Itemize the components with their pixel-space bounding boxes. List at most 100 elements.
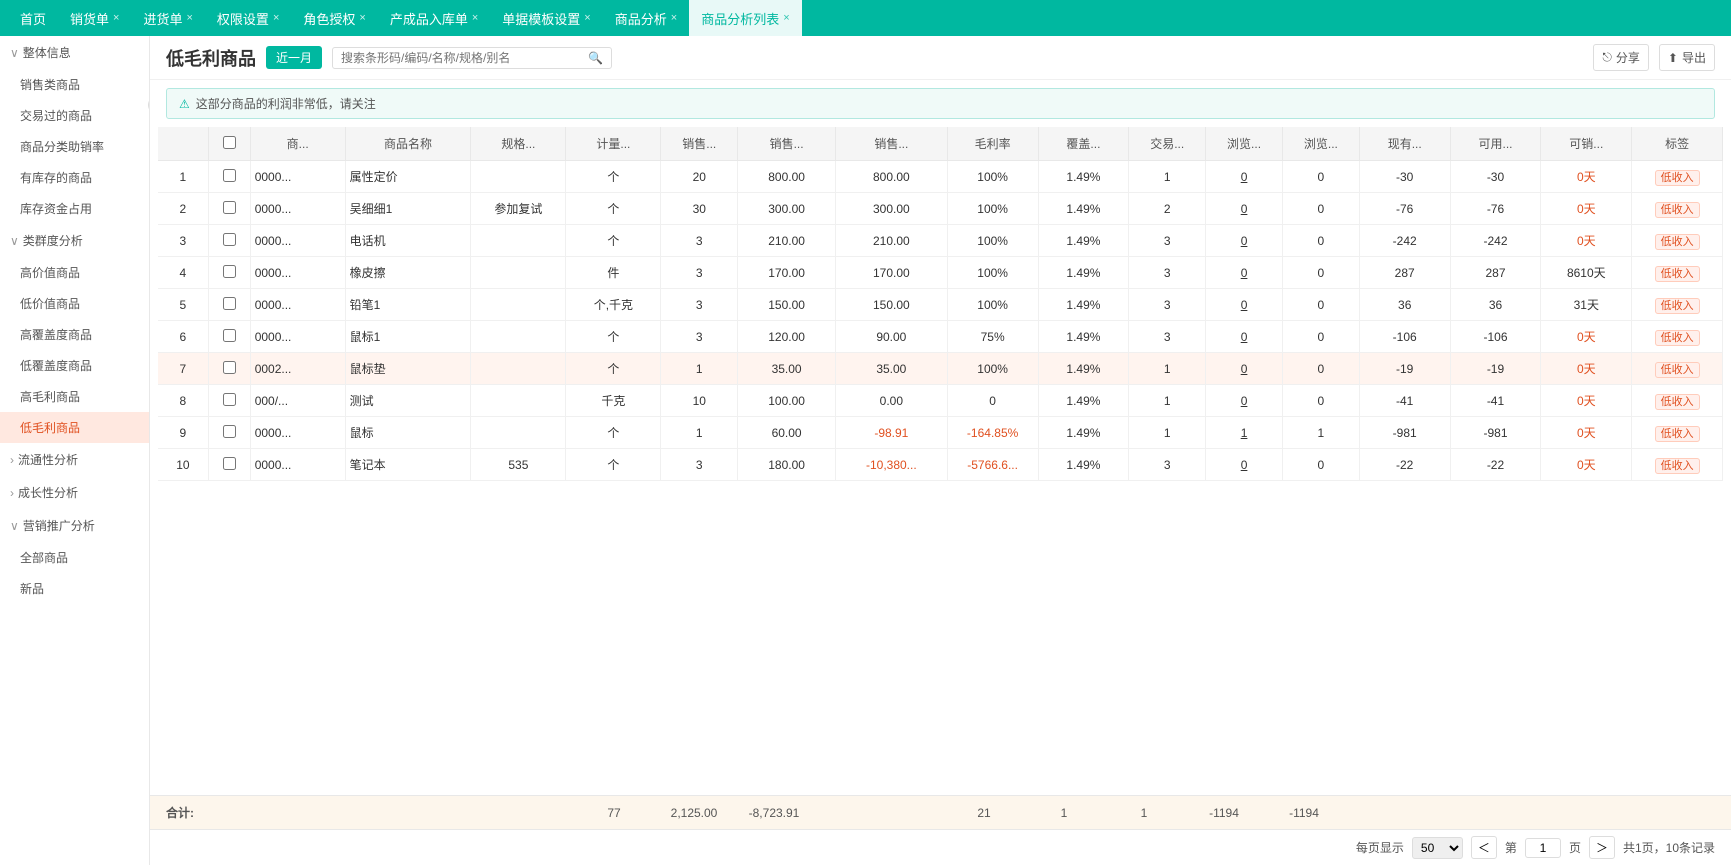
row-checkbox[interactable]	[223, 393, 236, 406]
col-header-name[interactable]: 商品名称	[345, 127, 471, 161]
sidebar-section-overall[interactable]: ∨ 整体信息	[0, 36, 149, 69]
row-checkbox[interactable]	[223, 457, 236, 470]
cell-view1[interactable]: 0	[1206, 321, 1283, 353]
close-icon[interactable]: ×	[186, 12, 192, 24]
nav-role-auth[interactable]: 角色授权 ×	[291, 0, 377, 36]
view1-link[interactable]: 0	[1241, 458, 1248, 472]
cell-check[interactable]	[208, 353, 250, 385]
nav-product-inbound[interactable]: 产成品入库单 ×	[378, 0, 490, 36]
cell-view1[interactable]: 0	[1206, 193, 1283, 225]
view1-link[interactable]: 0	[1241, 202, 1248, 216]
col-header-spec[interactable]: 规格...	[471, 127, 566, 161]
row-checkbox[interactable]	[223, 169, 236, 182]
row-checkbox[interactable]	[223, 233, 236, 246]
sidebar-section-circulation[interactable]: › 流通性分析	[0, 443, 149, 476]
row-checkbox[interactable]	[223, 297, 236, 310]
sidebar-item-high-margin[interactable]: 高毛利商品	[0, 381, 149, 412]
sidebar-item-low-margin[interactable]: 低毛利商品	[0, 412, 149, 443]
col-header-unit[interactable]: 计量...	[566, 127, 661, 161]
nav-template-settings[interactable]: 单据模板设置 ×	[490, 0, 602, 36]
view1-link[interactable]: 0	[1241, 266, 1248, 280]
cell-check[interactable]	[208, 385, 250, 417]
close-icon[interactable]: ×	[783, 12, 789, 24]
sidebar-item-new-products[interactable]: 新品	[0, 573, 149, 604]
sidebar-section-marketing[interactable]: ∨ 营销推广分析	[0, 509, 149, 542]
col-header-sales-qty[interactable]: 销售...	[661, 127, 738, 161]
select-all-checkbox[interactable]	[223, 136, 236, 149]
col-header-check[interactable]	[208, 127, 250, 161]
cell-check[interactable]	[208, 321, 250, 353]
col-header-gross-rate[interactable]: 毛利率	[947, 127, 1038, 161]
view1-link[interactable]: 0	[1241, 170, 1248, 184]
col-header-coverage[interactable]: 覆盖...	[1038, 127, 1129, 161]
row-checkbox[interactable]	[223, 201, 236, 214]
page-size-select[interactable]: 50 100 200	[1412, 837, 1463, 859]
close-icon[interactable]: ×	[113, 12, 119, 24]
close-icon[interactable]: ×	[671, 12, 677, 24]
col-header-usable[interactable]: 可用...	[1450, 127, 1541, 161]
cell-view1[interactable]: 0	[1206, 449, 1283, 481]
view1-link[interactable]: 0	[1241, 298, 1248, 312]
cell-view1[interactable]: 0	[1206, 353, 1283, 385]
search-input[interactable]	[341, 51, 588, 65]
cell-view1[interactable]: 0	[1206, 161, 1283, 193]
cell-view1[interactable]: 0	[1206, 257, 1283, 289]
sidebar-item-low-value[interactable]: 低价值商品	[0, 288, 149, 319]
nav-product-analysis-list[interactable]: 商品分析列表 ×	[689, 0, 801, 36]
col-header-tag[interactable]: 标签	[1632, 127, 1723, 161]
cell-view1[interactable]: 0	[1206, 225, 1283, 257]
sidebar-item-sales-products[interactable]: 销售类商品	[0, 69, 149, 100]
prev-page-button[interactable]: ＜	[1471, 836, 1497, 859]
col-header-sellable[interactable]: 可销...	[1541, 127, 1632, 161]
cell-view1[interactable]: 0	[1206, 289, 1283, 321]
close-icon[interactable]: ×	[359, 12, 365, 24]
cell-check[interactable]	[208, 225, 250, 257]
nav-purchase-order[interactable]: 进货单 ×	[131, 0, 204, 36]
view1-link[interactable]: 0	[1241, 362, 1248, 376]
view1-link[interactable]: 0	[1241, 330, 1248, 344]
cell-check[interactable]	[208, 161, 250, 193]
cell-check[interactable]	[208, 257, 250, 289]
view1-link[interactable]: 0	[1241, 394, 1248, 408]
sidebar-item-all-products[interactable]: 全部商品	[0, 542, 149, 573]
sidebar-item-low-coverage[interactable]: 低覆盖度商品	[0, 350, 149, 381]
cell-check[interactable]	[208, 417, 250, 449]
nav-home[interactable]: 首页	[8, 0, 58, 36]
page-number-input[interactable]	[1525, 838, 1561, 858]
col-header-current[interactable]: 现有...	[1359, 127, 1450, 161]
sidebar-section-growth[interactable]: › 成长性分析	[0, 476, 149, 509]
row-checkbox[interactable]	[223, 361, 236, 374]
cell-check[interactable]	[208, 193, 250, 225]
col-header-code[interactable]: 商...	[250, 127, 345, 161]
sidebar-item-category-sales-rate[interactable]: 商品分类助销率	[0, 131, 149, 162]
col-header-sales-profit[interactable]: 销售...	[835, 127, 947, 161]
cell-check[interactable]	[208, 449, 250, 481]
sidebar-item-high-value[interactable]: 高价值商品	[0, 257, 149, 288]
cell-check[interactable]	[208, 289, 250, 321]
close-icon[interactable]: ×	[273, 12, 279, 24]
period-button[interactable]: 近一月	[266, 46, 322, 69]
col-header-sales-price[interactable]: 销售...	[738, 127, 836, 161]
row-checkbox[interactable]	[223, 265, 236, 278]
sidebar-item-stocked-products[interactable]: 有库存的商品	[0, 162, 149, 193]
next-page-button[interactable]: ＞	[1589, 836, 1615, 859]
view1-link[interactable]: 1	[1241, 426, 1248, 440]
sidebar-section-cluster[interactable]: ∨ 类群度分析	[0, 224, 149, 257]
row-checkbox[interactable]	[223, 425, 236, 438]
view1-link[interactable]: 0	[1241, 234, 1248, 248]
sidebar-item-traded-products[interactable]: 交易过的商品	[0, 100, 149, 131]
export-button[interactable]: ⬆ 导出	[1659, 44, 1715, 71]
col-header-trade[interactable]: 交易...	[1129, 127, 1206, 161]
nav-permissions[interactable]: 权限设置 ×	[205, 0, 291, 36]
sidebar-item-inventory-capital[interactable]: 库存资金占用	[0, 193, 149, 224]
col-header-view2[interactable]: 浏览...	[1282, 127, 1359, 161]
cell-view1[interactable]: 0	[1206, 385, 1283, 417]
share-button[interactable]: ⎋ 分享	[1593, 44, 1649, 71]
row-checkbox[interactable]	[223, 329, 236, 342]
close-icon[interactable]: ×	[472, 12, 478, 24]
nav-sales-order[interactable]: 销货单 ×	[58, 0, 131, 36]
cell-view1[interactable]: 1	[1206, 417, 1283, 449]
search-icon[interactable]: 🔍	[588, 51, 603, 65]
close-icon[interactable]: ×	[584, 12, 590, 24]
nav-product-analysis[interactable]: 商品分析 ×	[603, 0, 689, 36]
